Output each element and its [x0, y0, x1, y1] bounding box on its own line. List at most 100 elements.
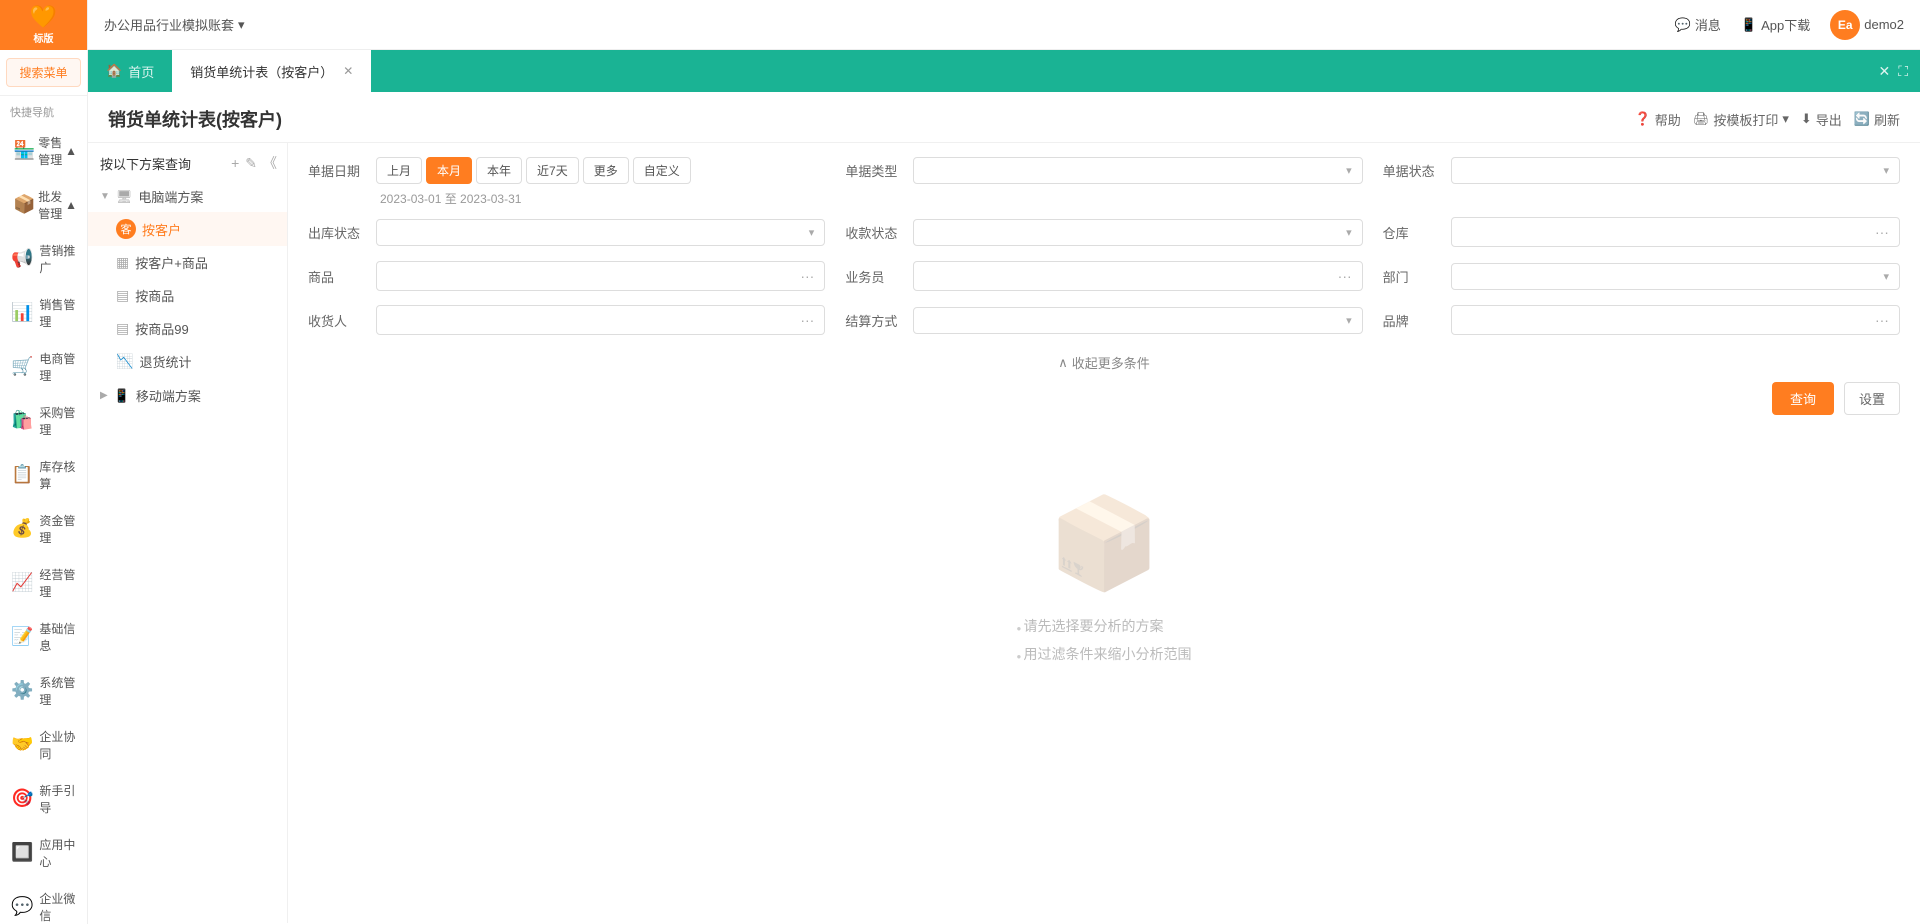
date-btn-last-month[interactable]: 上月	[376, 157, 422, 184]
product-select[interactable]: ···	[376, 261, 825, 291]
sidebar-item-finance[interactable]: 💰 资金管理	[0, 502, 87, 556]
by-customer-product-icon: ▦	[116, 254, 129, 271]
sidebar-item-appcenter[interactable]: 🔲 应用中心	[0, 826, 87, 880]
scheme-group-pc-header[interactable]: ▼ 🖥 电脑端方案	[88, 181, 287, 212]
sidebar-item-marketing[interactable]: 📢 营销推广	[0, 232, 87, 286]
salesperson-select[interactable]: ···	[913, 261, 1362, 291]
product-control: ···	[376, 261, 825, 291]
date-btn-this-month[interactable]: 本月	[426, 157, 472, 184]
help-button[interactable]: ❓ 帮助	[1635, 110, 1681, 129]
sidebar-item-system[interactable]: ⚙️ 系统管理	[0, 664, 87, 718]
ecommerce-label: 电商管理	[39, 350, 79, 384]
sidebar-item-purchase[interactable]: 🛍️ 采购管理	[0, 394, 87, 448]
sidebar-item-wholesale[interactable]: 📦 批发管理 ▲	[0, 178, 87, 232]
department-arrow-icon: ▾	[1883, 270, 1889, 283]
date-btn-more[interactable]: 更多	[583, 157, 629, 184]
date-btn-this-year[interactable]: 本年	[476, 157, 522, 184]
warehouse-filter-cell: 仓库 ···	[1383, 217, 1900, 247]
sidebar-item-inventory[interactable]: 📋 库存核算	[0, 448, 87, 502]
receiver-select[interactable]: ···	[376, 305, 825, 335]
department-select[interactable]: ▾	[1451, 263, 1900, 290]
salesperson-control: ···	[913, 261, 1362, 291]
return-stats-label: 退货统计	[139, 352, 191, 371]
empty-tip-1: 请先选择要分析的方案	[1016, 612, 1191, 640]
doc-status-label: 单据状态	[1383, 161, 1451, 180]
sidebar-item-retail[interactable]: 🏪 零售管理 ▲	[0, 124, 87, 178]
sidebar-item-wechat[interactable]: 💬 企业微信	[0, 880, 87, 924]
sidebar-item-sales[interactable]: 📊 销售管理	[0, 286, 87, 340]
sidebar-item-operation[interactable]: 📈 经营管理	[0, 556, 87, 610]
refresh-button[interactable]: 🔄 刷新	[1854, 110, 1900, 129]
sidebar-item-ecommerce[interactable]: 🛒 电商管理	[0, 340, 87, 394]
payment-method-select[interactable]: ▾	[913, 307, 1362, 334]
tab-close-all-icon[interactable]: ✕	[1878, 63, 1890, 80]
department-control: ▾	[1451, 263, 1900, 290]
pc-group-icon: 🖥	[116, 189, 133, 205]
page-actions: ❓ 帮助 🖨 按模板打印 ▾ ⬇ 导出 🔄 刷新	[1635, 110, 1900, 129]
tab-sales-report[interactable]: 销货单统计表（按客户） ✕	[172, 50, 371, 92]
sidebar-item-enterprise[interactable]: 🤝 企业协同	[0, 718, 87, 772]
sales-icon: 📊	[11, 302, 33, 323]
marketing-label: 营销推广	[39, 242, 79, 276]
topbar-right: 💬 消息 📱 App下载 Ea demo2	[1675, 10, 1904, 40]
app-download-button[interactable]: 📱 App下载	[1741, 15, 1810, 34]
print-button[interactable]: 🖨 按模板打印 ▾	[1693, 110, 1789, 129]
date-btn-last-7[interactable]: 近7天	[526, 157, 579, 184]
appcenter-icon: 🔲	[11, 842, 33, 863]
payment-method-label: 结算方式	[845, 311, 913, 330]
user-menu[interactable]: Ea demo2	[1830, 10, 1904, 40]
export-label: 导出	[1816, 110, 1842, 129]
ecommerce-icon: 🛒	[11, 356, 33, 377]
logo-text: 标版	[34, 30, 54, 45]
collapse-bar[interactable]: ∧ 收起更多条件	[308, 349, 1900, 382]
by-customer-product-label: 按客户+商品	[135, 253, 208, 272]
page-title: 销货单统计表(按客户)	[108, 106, 282, 132]
mobile-group-label: 移动端方案	[136, 386, 201, 405]
export-button[interactable]: ⬇ 导出	[1801, 110, 1842, 129]
receiver-control: ···	[376, 305, 825, 335]
help-label: 帮助	[1655, 110, 1681, 129]
scheme-collapse-icon[interactable]: 《	[263, 153, 277, 173]
collapse-icon: ∧	[1058, 355, 1068, 371]
basic-icon: 📝	[11, 626, 33, 647]
settings-button[interactable]: 设置	[1844, 382, 1900, 415]
sales-label: 销售管理	[39, 296, 79, 330]
search-menu-button[interactable]: 搜索菜单	[6, 58, 81, 87]
tab-maximize-icon[interactable]: ⛶	[1898, 63, 1908, 80]
out-status-select[interactable]: ▾	[376, 219, 825, 246]
retail-icon: 🏪	[13, 140, 35, 161]
page-body: 按以下方案查询 + ✎ 《 ▼ 🖥 电脑端方案	[88, 143, 1920, 923]
scheme-add-icon[interactable]: +	[231, 155, 239, 171]
filter-row-2: 出库状态 ▾ 收款状态 ▾	[308, 217, 1900, 247]
sidebar-item-basic[interactable]: 📝 基础信息	[0, 610, 87, 664]
payment-method-control: ▾	[913, 307, 1362, 334]
tab-home[interactable]: 🏠 首页	[88, 50, 172, 92]
retail-label: 零售管理	[35, 134, 65, 168]
scheme-panel-title: 按以下方案查询	[100, 154, 191, 173]
date-btn-custom[interactable]: 自定义	[633, 157, 691, 184]
industry-dropdown[interactable]: 办公用品行业模拟账套 ▾	[104, 15, 245, 34]
scheme-edit-icon[interactable]: ✎	[245, 155, 257, 172]
doc-status-select[interactable]: ▾	[1451, 157, 1900, 184]
sidebar-item-guide[interactable]: 🎯 新手引导	[0, 772, 87, 826]
out-status-label: 出库状态	[308, 223, 376, 242]
topbar-left: 办公用品行业模拟账套 ▾	[104, 15, 245, 34]
tab-sales-report-label: 销货单统计表（按客户）	[190, 62, 333, 81]
query-button[interactable]: 查询	[1772, 382, 1834, 415]
mobile-group-arrow: ▶	[100, 390, 108, 401]
filter-row-1: 单据日期 上月 本月 本年 近7天 更多 自定义	[308, 157, 1900, 184]
brand-select[interactable]: ···	[1451, 305, 1900, 335]
scheme-item-by-product[interactable]: ▤ 按商品	[88, 279, 287, 312]
scheme-item-by-customer-product[interactable]: ▦ 按客户+商品	[88, 246, 287, 279]
scheme-item-return-stats[interactable]: 📉 退货统计	[88, 345, 287, 378]
scheme-group-mobile-header[interactable]: ▶ 📱 移动端方案	[88, 380, 287, 411]
scheme-item-by-customer[interactable]: 客 按客户	[88, 212, 287, 246]
scheme-item-by-product-99[interactable]: ▤ 按商品99	[88, 312, 287, 345]
doc-type-select[interactable]: ▾	[913, 157, 1362, 184]
topbar: 办公用品行业模拟账套 ▾ 💬 消息 📱 App下载 Ea demo2	[88, 0, 1920, 50]
payment-status-select[interactable]: ▾	[913, 219, 1362, 246]
tab-close-icon[interactable]: ✕	[343, 64, 353, 78]
receiver-dots: ···	[800, 312, 814, 328]
warehouse-select[interactable]: ···	[1451, 217, 1900, 247]
message-button[interactable]: 💬 消息	[1675, 15, 1721, 34]
